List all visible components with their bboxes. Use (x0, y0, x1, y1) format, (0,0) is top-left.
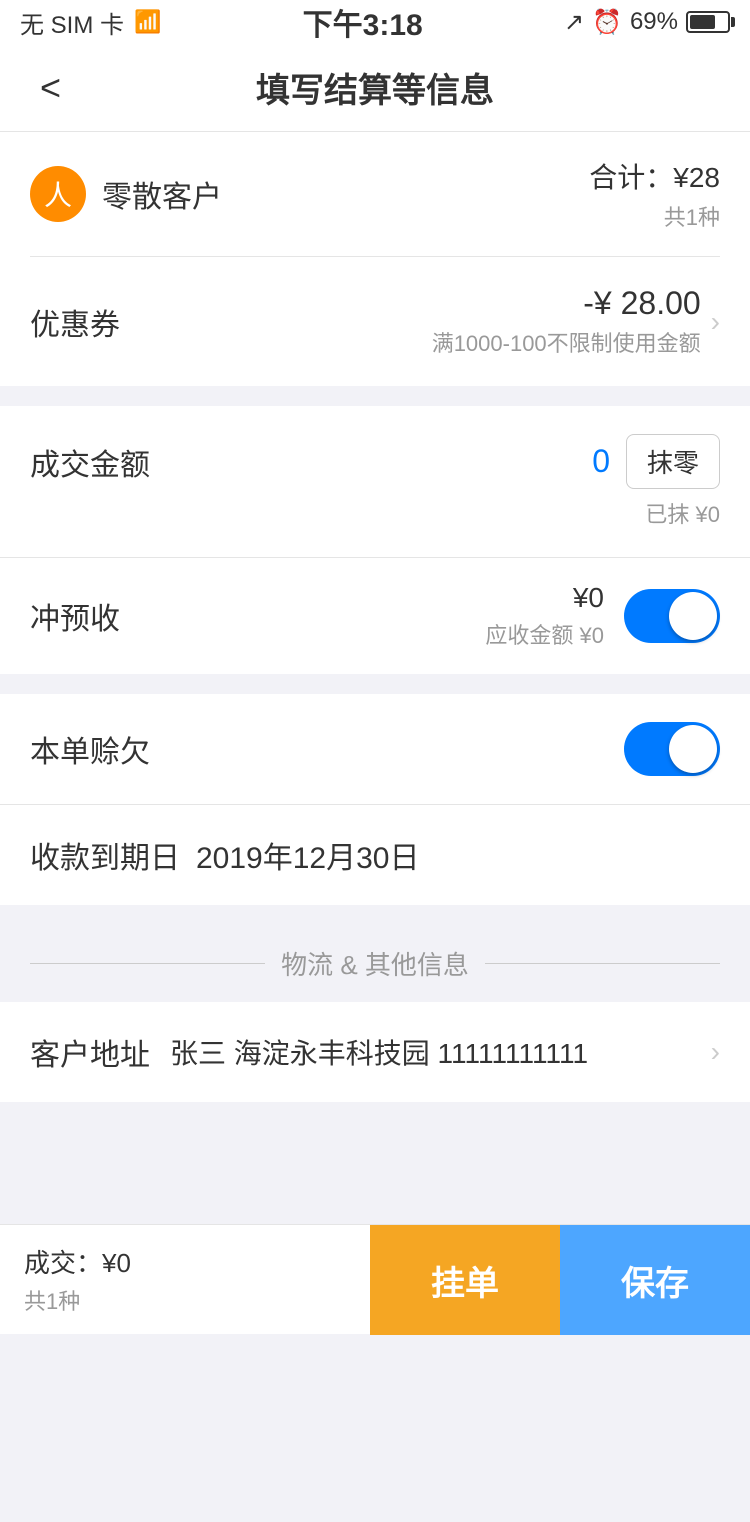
prereceive-toggle[interactable] (624, 589, 720, 643)
location-icon: ↗ (564, 8, 584, 37)
debt-toggle[interactable] (624, 722, 720, 776)
gap2 (0, 674, 750, 694)
address-row[interactable]: 客户地址 张三 海淀永丰科技园 11111111111 › (0, 1002, 750, 1102)
battery-percent: 69% (630, 8, 678, 36)
status-left: 无 SIM 卡 📶 (20, 5, 161, 40)
wifi-icon: 📶 (134, 9, 161, 35)
status-right: ↗ ⏰ 69% (564, 8, 730, 37)
due-date-label: 收款到期日 (30, 833, 180, 877)
gap1 (0, 386, 750, 406)
due-date-row[interactable]: 收款到期日 2019年12月30日 (0, 805, 750, 905)
transaction-right: 0 抹零 (592, 434, 720, 489)
back-button[interactable]: < (30, 57, 71, 119)
customer-left: 人 零散客户 (30, 166, 222, 222)
bottom-transaction: 成交：¥0 (24, 1243, 346, 1280)
round-button[interactable]: 抹零 (626, 434, 720, 489)
alarm-icon: ⏰ (592, 8, 622, 37)
due-date-value: 2019年12月30日 (196, 833, 419, 877)
transaction-section: 成交金额 0 抹零 已抹 ¥0 (0, 406, 750, 557)
gap3 (0, 905, 750, 925)
bottom-count: 共1种 (24, 1284, 346, 1316)
bottom-bar: 成交：¥0 共1种 挂单 保存 (0, 1224, 750, 1334)
transaction-label: 成交金额 (30, 440, 150, 484)
logistics-line-left (30, 963, 265, 964)
coupon-row[interactable]: 优惠券 -¥ 28.00 满1000-100不限制使用金额 › (0, 257, 750, 386)
hang-button[interactable]: 挂单 (370, 1225, 560, 1335)
battery-icon (686, 11, 730, 33)
status-bar: 无 SIM 卡 📶 下午3:18 ↗ ⏰ 69% (0, 0, 750, 44)
bottom-transaction-value: ¥0 (102, 1248, 131, 1278)
chevron-right-icon: › (711, 306, 720, 338)
logistics-divider: 物流 & 其他信息 (0, 925, 750, 1002)
total-count: 共1种 (589, 200, 720, 232)
customer-row: 人 零散客户 合计：¥28 共1种 (0, 132, 750, 256)
prereceive-right: ¥0 应收金额 ¥0 (485, 582, 720, 650)
customer-right: 合计：¥28 共1种 (589, 156, 720, 232)
prereceive-amounts: ¥0 应收金额 ¥0 (485, 582, 604, 650)
coupon-right: -¥ 28.00 满1000-100不限制使用金额 › (432, 285, 720, 358)
toggle-knob (669, 592, 717, 640)
nav-bar: < 填写结算等信息 (0, 44, 750, 132)
customer-section: 人 零散客户 合计：¥28 共1种 优惠券 -¥ 28.00 满1000-100… (0, 132, 750, 386)
prereceive-sub: 应收金额 ¥0 (485, 618, 604, 650)
bottom-summary: 成交：¥0 共1种 (0, 1225, 370, 1334)
address-label: 客户地址 (30, 1030, 150, 1074)
transaction-row: 成交金额 0 抹零 (30, 434, 720, 489)
save-button[interactable]: 保存 (560, 1225, 750, 1335)
debt-section: 本单赊欠 (0, 694, 750, 804)
logistics-line-right (485, 963, 720, 964)
address-value: 张三 海淀永丰科技园 11111111111 (170, 1032, 711, 1072)
customer-avatar: 人 (30, 166, 86, 222)
battery-fill (690, 15, 715, 29)
logistics-text: 物流 & 其他信息 (281, 945, 469, 982)
bottom-transaction-label: 成交： (24, 1248, 102, 1278)
coupon-description: 满1000-100不限制使用金额 (432, 326, 701, 358)
debt-toggle-knob (669, 725, 717, 773)
avatar-icon: 人 (44, 174, 72, 214)
prereceive-label: 冲预收 (30, 594, 120, 638)
carrier-text: 无 SIM 卡 (20, 5, 124, 40)
total-amount: 合计：¥28 (589, 156, 720, 196)
status-time: 下午3:18 (303, 0, 423, 44)
coupon-discount: -¥ 28.00 (432, 285, 701, 322)
nav-title: 填写结算等信息 (256, 63, 494, 112)
already-rounded: 已抹 ¥0 (30, 497, 720, 529)
coupon-label: 优惠券 (30, 300, 120, 344)
customer-name: 零散客户 (102, 172, 222, 216)
debt-label: 本单赊欠 (30, 727, 150, 771)
prereceive-main: ¥0 (485, 582, 604, 614)
prereceive-row: 冲预收 ¥0 应收金额 ¥0 (0, 558, 750, 674)
transaction-value: 0 (592, 443, 610, 480)
address-chevron-icon: › (711, 1036, 720, 1068)
